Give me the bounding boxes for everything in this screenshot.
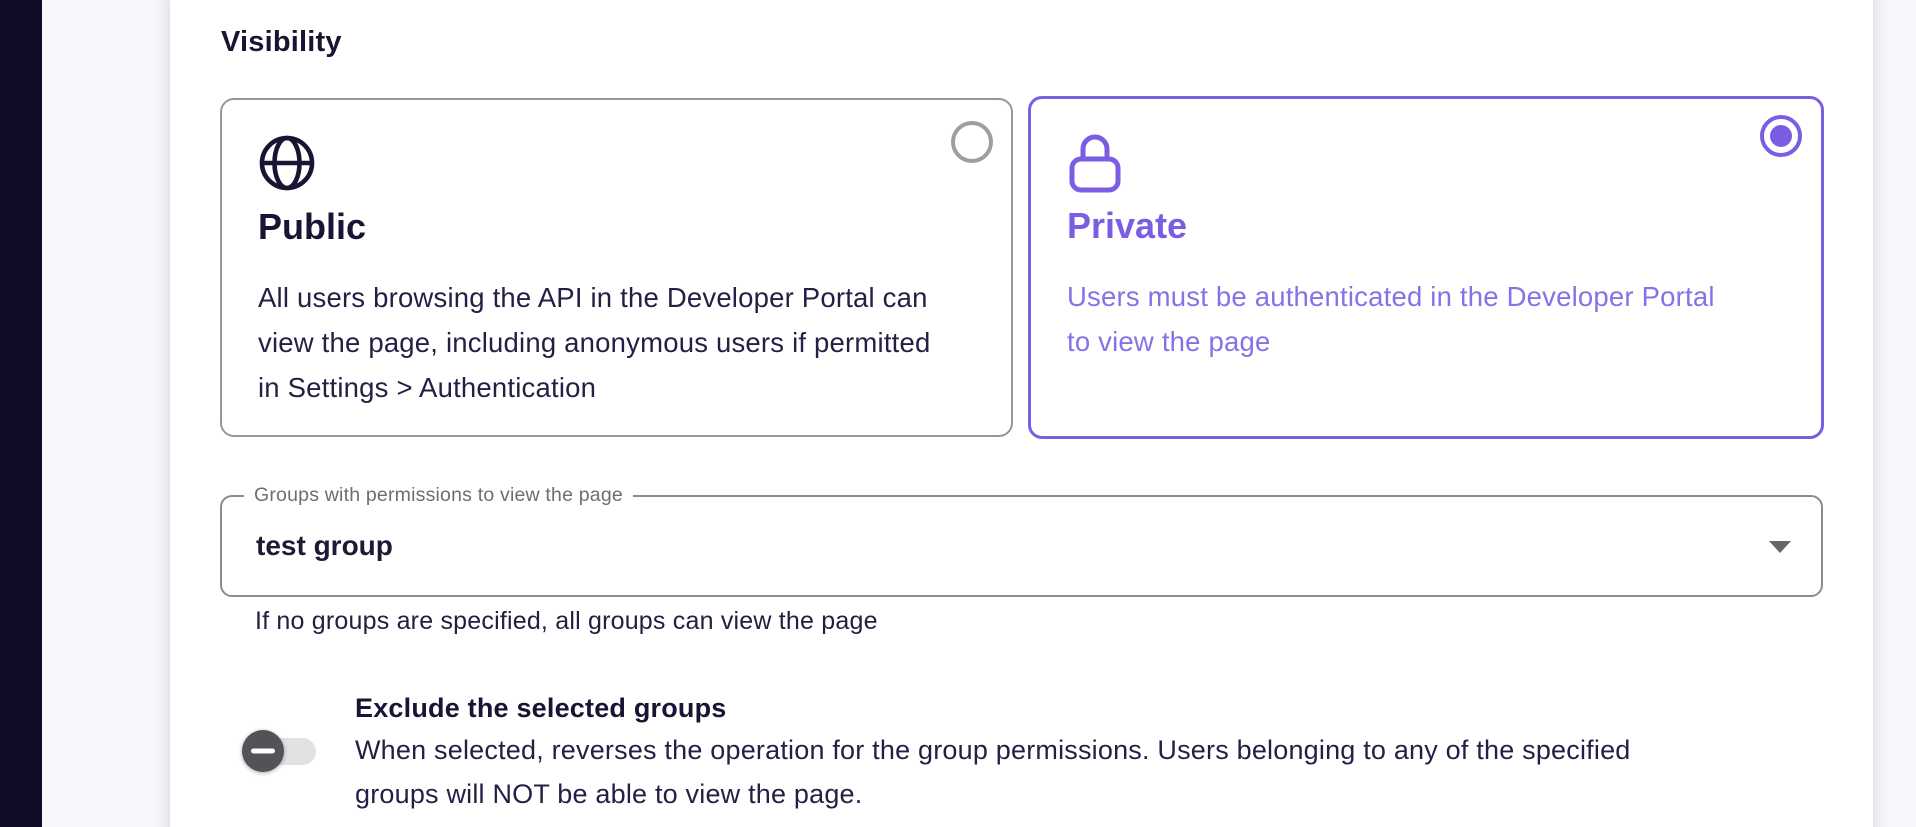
public-radio-button[interactable] [951, 121, 993, 163]
groups-select-value: test group [256, 530, 393, 562]
exclude-groups-toggle[interactable] [242, 730, 318, 772]
private-radio-button[interactable] [1760, 115, 1802, 157]
globe-icon [258, 133, 316, 198]
groups-select-label: Groups with permissions to view the page [244, 484, 633, 507]
chevron-down-icon[interactable] [1769, 541, 1791, 553]
groups-select-hint: If no groups are specified, all groups c… [255, 607, 878, 636]
lock-icon [1067, 132, 1123, 199]
visibility-section-title: Visibility [221, 26, 342, 59]
page-canvas: Visibility Public All users browsing the… [0, 0, 1916, 827]
public-option-title: Public [258, 206, 366, 248]
exclude-groups-description: When selected, reverses the operation fo… [355, 728, 1825, 816]
private-option-description: Users must be authenticated in the Devel… [1067, 274, 1817, 364]
exclude-groups-label: Exclude the selected groups [355, 688, 1825, 728]
groups-select-field[interactable]: Groups with permissions to view the page… [220, 495, 1823, 597]
public-option-description: All users browsing the API in the Develo… [258, 275, 998, 410]
exclude-groups-text-block: Exclude the selected groups When selecte… [355, 688, 1825, 816]
visibility-option-public[interactable]: Public All users browsing the API in the… [220, 98, 1013, 437]
private-option-title: Private [1067, 205, 1187, 247]
toggle-thumb-minus-icon[interactable] [242, 730, 284, 772]
page-settings-panel: Visibility Public All users browsing the… [170, 0, 1873, 827]
app-sidebar [0, 0, 42, 827]
visibility-option-private[interactable]: Private Users must be authenticated in t… [1028, 96, 1824, 439]
